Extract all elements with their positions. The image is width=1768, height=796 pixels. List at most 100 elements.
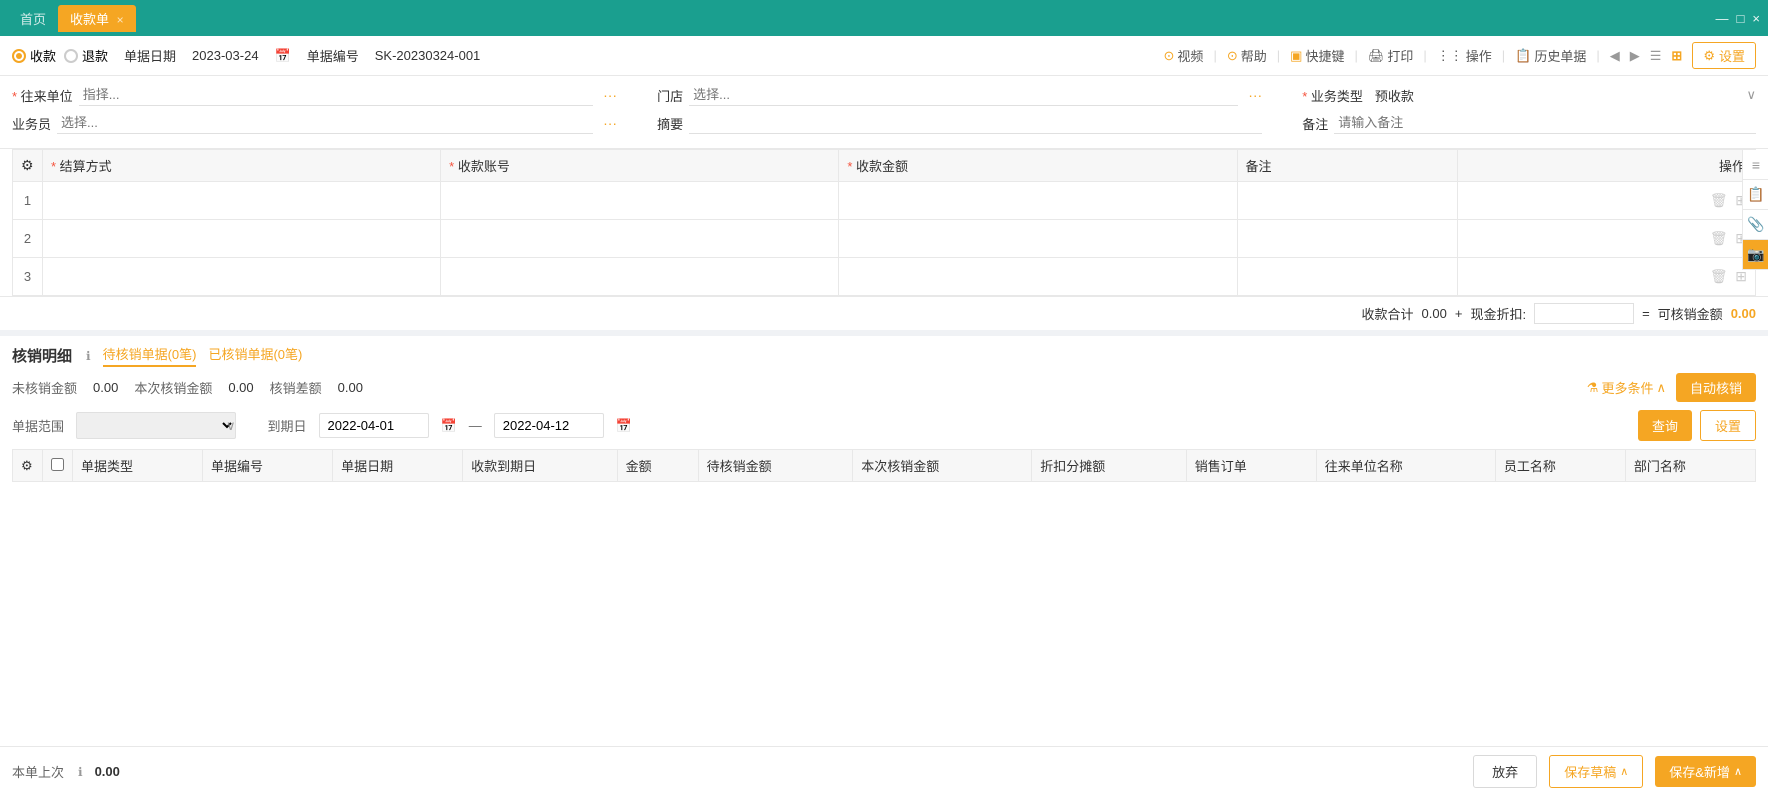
radio-receive-dot <box>12 49 26 63</box>
btable-col-counterparty: 往来单位名称 <box>1316 450 1495 482</box>
filter-dropdown-icon: ∨ <box>226 418 236 434</box>
summary-input[interactable] <box>689 112 1262 134</box>
row-1-remark[interactable] <box>1237 182 1457 220</box>
row-2-delete-icon[interactable]: 🗑 <box>1710 230 1728 246</box>
window-minimize-icon[interactable]: — <box>1716 11 1729 26</box>
counterparty-input[interactable] <box>79 84 593 106</box>
cal-to-icon[interactable]: 📅 <box>616 418 632 434</box>
btable-gear-header[interactable]: ⚙ <box>13 450 43 482</box>
uncleared-value: 0.00 <box>93 380 118 395</box>
shortcut-action[interactable]: ▣ 快捷键 <box>1290 46 1344 65</box>
nav-home[interactable]: 首页 <box>8 5 58 32</box>
save-draft-caret: ∧ <box>1620 765 1628 778</box>
right-mini-panel: ≡ 📋 📎 📷 <box>1742 150 1768 270</box>
row-3-remark[interactable] <box>1237 258 1457 296</box>
remark-field: 备注 <box>1302 112 1756 134</box>
btable-col-pending: 待核销金额 <box>698 450 853 482</box>
settings-button[interactable]: ⚙ 设置 <box>1692 42 1756 69</box>
equal-sign: = <box>1642 306 1650 321</box>
bottom-settings-button[interactable]: 设置 <box>1700 410 1756 441</box>
form-row-2: 业务员 ··· 摘要 备注 <box>12 112 1756 134</box>
biztype-dropdown-icon[interactable]: ∨ <box>1746 87 1756 103</box>
help-action[interactable]: ⊙ 帮助 <box>1227 46 1267 65</box>
save-new-button[interactable]: 保存&新增 ∧ <box>1655 756 1756 787</box>
filter-row: 单据范围 ∨ 到期日 📅 — 📅 查询 设置 <box>12 410 1756 441</box>
row-2-remark[interactable] <box>1237 220 1457 258</box>
filter-icon: ⚗ <box>1587 380 1599 396</box>
window-close-icon[interactable]: × <box>1752 11 1760 26</box>
print-action[interactable]: 🖨 打印 <box>1368 46 1414 65</box>
row-1-ops: 🗑 ⊞ <box>1457 182 1755 220</box>
row-3-account[interactable] <box>441 258 839 296</box>
right-panel-icon-2[interactable]: 📋 <box>1743 180 1768 210</box>
history-icon: 📋 <box>1515 48 1531 64</box>
btable-check-header[interactable] <box>43 450 73 482</box>
cal-from-icon[interactable]: 📅 <box>441 418 457 434</box>
save-draft-button[interactable]: 保存草稿 ∧ <box>1549 755 1643 788</box>
to-date-input[interactable] <box>494 413 604 438</box>
btable-col-dept: 部门名称 <box>1625 450 1755 482</box>
from-date-input[interactable] <box>319 413 429 438</box>
nav-right-icon[interactable]: ▶ <box>1630 48 1640 64</box>
discard-button[interactable]: 放弃 <box>1473 755 1537 788</box>
receipt-table: ⚙ 结算方式 收款账号 收款金额 备注 操作 1 🗑 ⊞ <box>12 149 1756 296</box>
tab-close-icon[interactable]: × <box>117 13 124 27</box>
total-label: 收款合计 <box>1362 304 1414 323</box>
table-settings-header[interactable]: ⚙ <box>13 150 43 182</box>
row-1-settle[interactable] <box>43 182 441 220</box>
list-view-icon[interactable]: ☰ <box>1650 48 1662 64</box>
footer-info-icon[interactable]: ℹ <box>78 765 83 779</box>
nav-receipt[interactable]: 收款单 × <box>58 5 136 32</box>
row-1-account[interactable] <box>441 182 839 220</box>
row-1-delete-icon[interactable]: 🗑 <box>1710 192 1728 208</box>
row-3-delete-icon[interactable]: 🗑 <box>1710 268 1728 284</box>
help-icon: ⊙ <box>1227 48 1238 64</box>
btable-col-type: 单据类型 <box>73 450 203 482</box>
row-2-amount[interactable] <box>839 220 1237 258</box>
query-button[interactable]: 查询 <box>1638 410 1692 441</box>
auto-verify-button[interactable]: 自动核销 <box>1676 373 1756 402</box>
operation-icon: ⋮⋮ <box>1437 48 1463 64</box>
nav-left-icon[interactable]: ◀ <box>1610 48 1620 64</box>
store-input[interactable] <box>689 84 1238 106</box>
row-3-amount[interactable] <box>839 258 1237 296</box>
counterparty-more[interactable]: ··· <box>603 87 617 103</box>
staff-input[interactable] <box>57 112 593 134</box>
radio-receive[interactable]: 收款 <box>12 46 56 65</box>
row-num-3: 3 <box>13 258 43 296</box>
right-panel-icon-3[interactable]: 📎 <box>1743 210 1768 240</box>
remark-input[interactable] <box>1334 112 1756 134</box>
row-1-amount[interactable] <box>839 182 1237 220</box>
row-2-settle[interactable] <box>43 220 441 258</box>
window-maximize-icon[interactable]: □ <box>1737 11 1745 26</box>
right-panel-icon-1[interactable]: ≡ <box>1743 150 1768 180</box>
staff-more[interactable]: ··· <box>603 115 617 131</box>
verify-title: 核销明细 <box>12 345 72 366</box>
row-3-settle[interactable] <box>43 258 441 296</box>
filter-range-select[interactable] <box>76 412 236 439</box>
verify-info-icon[interactable]: ℹ <box>86 349 91 363</box>
select-all-checkbox[interactable] <box>51 458 64 471</box>
discount-label: 现金折扣: <box>1470 304 1526 323</box>
store-more[interactable]: ··· <box>1248 87 1262 103</box>
discount-input[interactable] <box>1534 303 1634 324</box>
row-2-account[interactable] <box>441 220 839 258</box>
grid-view-icon[interactable]: ⊞ <box>1671 48 1682 64</box>
row-3-copy-icon[interactable]: ⊞ <box>1735 268 1747 284</box>
window-controls: — □ × <box>1716 11 1760 26</box>
radio-refund[interactable]: 退款 <box>64 46 108 65</box>
operation-action[interactable]: ⋮⋮ 操作 <box>1437 46 1492 65</box>
net-value: 0.00 <box>1731 306 1756 321</box>
diff-value: 0.00 <box>338 380 363 395</box>
code-label: 单据编号 <box>307 46 359 65</box>
video-action[interactable]: ⊙ 视频 <box>1164 46 1204 65</box>
right-panel-icon-4[interactable]: 📷 <box>1743 240 1768 270</box>
btable-col-discount: 折扣分摊额 <box>1032 450 1187 482</box>
btable-col-staff: 员工名称 <box>1495 450 1625 482</box>
btable-gear-icon: ⚙ <box>21 458 33 473</box>
verify-pending-tab[interactable]: 待核销单据(0笔) <box>103 344 197 367</box>
verify-completed-tab[interactable]: 已核销单据(0笔) <box>208 344 302 367</box>
more-conditions-btn[interactable]: ⚗ 更多条件 ∧ <box>1587 378 1666 397</box>
history-action[interactable]: 📋 历史单据 <box>1515 46 1586 65</box>
calendar-icon[interactable]: 📅 <box>275 48 291 64</box>
